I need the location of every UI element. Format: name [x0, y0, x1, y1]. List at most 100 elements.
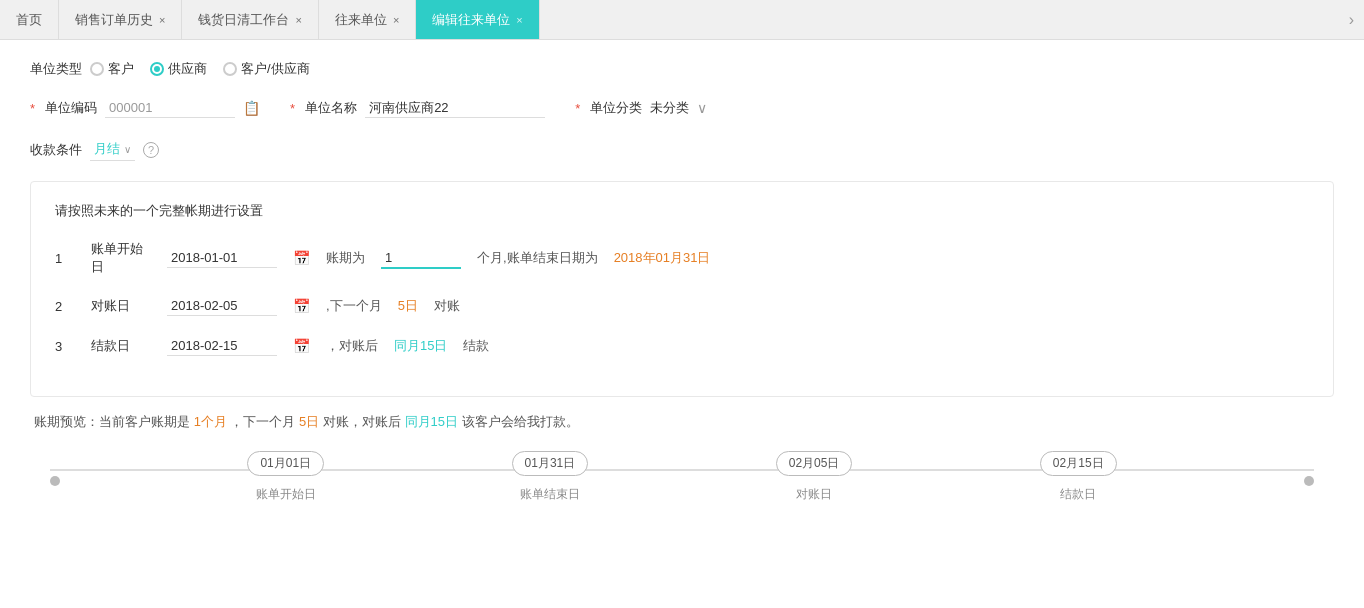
- period-suffix-after-3: 结款: [463, 337, 489, 355]
- tab-partner-units[interactable]: 往来单位 ×: [319, 0, 416, 39]
- tab-more-button[interactable]: ›: [1339, 0, 1364, 39]
- preview-highlight2: 5日: [299, 414, 319, 429]
- timeline-date-1: 01月01日: [247, 451, 324, 476]
- period-label-3: 结款日: [91, 337, 151, 355]
- radio-customer-supplier[interactable]: 客户/供应商: [223, 60, 310, 78]
- unit-name-star: *: [290, 101, 295, 116]
- unit-name-input[interactable]: [365, 98, 545, 118]
- period-date-input-2[interactable]: [167, 296, 277, 316]
- tab-edit-partner-unit-close[interactable]: ×: [516, 14, 522, 26]
- unit-type-radio-group: 客户 供应商 客户/供应商: [90, 60, 310, 78]
- period-cal-icon-2[interactable]: 📅: [293, 298, 310, 314]
- timeline-point-3: 02月05日 对账日: [776, 451, 853, 503]
- period-label-1: 账单开始日: [91, 240, 151, 276]
- tab-partner-units-close[interactable]: ×: [393, 14, 399, 26]
- tab-home[interactable]: 首页: [0, 0, 59, 39]
- period-row-1: 1 账单开始日 📅 账期为 个月,账单结束日期为 2018年01月31日: [55, 240, 1309, 276]
- radio-customer-supplier-circle: [223, 62, 237, 76]
- timeline-label-2: 账单结束日: [520, 486, 580, 503]
- period-num-1: 1: [55, 251, 75, 266]
- unit-classify-arrow-icon: ∨: [697, 100, 707, 116]
- preview-mid2: 对账，对账后: [323, 414, 401, 429]
- payment-terms-arrow-icon: ∨: [124, 144, 131, 155]
- period-row-2: 2 对账日 📅 ,下一个月 5日 对账: [55, 296, 1309, 316]
- period-highlight-2: 5日: [398, 297, 418, 315]
- tab-sales-order-history-label: 销售订单历史: [75, 11, 153, 29]
- tabs-bar: 首页 销售订单历史 × 钱货日清工作台 × 往来单位 × 编辑往来单位 × ›: [0, 0, 1364, 40]
- unit-code-label: 单位编码: [45, 99, 97, 117]
- period-num-3: 3: [55, 339, 75, 354]
- payment-terms-help-icon[interactable]: ?: [143, 142, 159, 158]
- period-cal-icon-3[interactable]: 📅: [293, 338, 310, 354]
- unit-type-label: 单位类型: [30, 60, 82, 78]
- timeline-container: 01月01日 账单开始日 01月31日 账单结束日 02月05日 对账日 02月…: [30, 451, 1334, 503]
- unit-type-row: 单位类型 客户 供应商 客户/供应商: [30, 60, 1334, 78]
- unit-code-star: *: [30, 101, 35, 116]
- timeline-point-4: 02月15日 结款日: [1040, 451, 1117, 503]
- tab-sales-order-history-close[interactable]: ×: [159, 14, 165, 26]
- timeline-point-1: 01月01日 账单开始日: [247, 451, 324, 503]
- period-suffix-before-1: 账期为: [326, 249, 365, 267]
- page-content: 单位类型 客户 供应商 客户/供应商 * 单位编码: [0, 40, 1364, 608]
- radio-customer-supplier-label: 客户/供应商: [241, 60, 310, 78]
- unit-classify-item: * 单位分类 未分类 ∨: [575, 99, 707, 117]
- preview-mid1: ，下一个月: [230, 414, 295, 429]
- period-settings-box: 请按照未来的一个完整帐期进行设置 1 账单开始日 📅 账期为 个月,账单结束日期…: [30, 181, 1334, 397]
- period-end-date-highlight-1: 2018年01月31日: [614, 249, 711, 267]
- unit-classify-star: *: [575, 101, 580, 116]
- timeline-date-2: 01月31日: [512, 451, 589, 476]
- timeline-label-4: 结款日: [1060, 486, 1096, 503]
- radio-customer[interactable]: 客户: [90, 60, 134, 78]
- tab-home-label: 首页: [16, 11, 42, 29]
- tab-cash-goods-workbench[interactable]: 钱货日清工作台 ×: [182, 0, 318, 39]
- timeline-start-dot: [50, 476, 60, 486]
- period-suffix-before-2: ,下一个月: [326, 297, 382, 315]
- timeline-start-cap: [50, 457, 60, 503]
- preview-suffix: 该客户会给我打款。: [462, 414, 579, 429]
- period-box-title: 请按照未来的一个完整帐期进行设置: [55, 202, 1309, 220]
- period-suffix-after-1: 个月,账单结束日期为: [477, 249, 598, 267]
- radio-customer-circle: [90, 62, 104, 76]
- preview-highlight3: 同月15日: [405, 414, 458, 429]
- preview-highlight1: 1个月: [194, 414, 227, 429]
- timeline-end-dot: [1304, 476, 1314, 486]
- radio-supplier-label: 供应商: [168, 60, 207, 78]
- radio-supplier[interactable]: 供应商: [150, 60, 207, 78]
- payment-terms-select[interactable]: 月结 ∨: [90, 138, 135, 161]
- unit-code-input[interactable]: [105, 98, 235, 118]
- period-highlight-3: 同月15日: [394, 337, 447, 355]
- unit-info-row: * 单位编码 📋 * 单位名称 * 单位分类 未分类 ∨: [30, 98, 1334, 118]
- timeline-date-3: 02月05日: [776, 451, 853, 476]
- payment-terms-row: 收款条件 月结 ∨ ?: [30, 138, 1334, 161]
- timeline-label-1: 账单开始日: [256, 486, 316, 503]
- unit-classify-label: 单位分类: [590, 99, 642, 117]
- period-row-3: 3 结款日 📅 ，对账后 同月15日 结款: [55, 336, 1309, 356]
- tab-sales-order-history[interactable]: 销售订单历史 ×: [59, 0, 182, 39]
- tab-cash-goods-workbench-label: 钱货日清工作台: [198, 11, 289, 29]
- preview-text: 账期预览：当前客户账期是 1个月 ，下一个月 5日 对账，对账后 同月15日 该…: [30, 413, 1334, 431]
- tab-partner-units-label: 往来单位: [335, 11, 387, 29]
- unit-code-item: * 单位编码 📋: [30, 98, 260, 118]
- radio-supplier-circle: [150, 62, 164, 76]
- period-num-2: 2: [55, 299, 75, 314]
- timeline-label-3: 对账日: [796, 486, 832, 503]
- period-date-input-3[interactable]: [167, 336, 277, 356]
- tab-edit-partner-unit[interactable]: 编辑往来单位 ×: [416, 0, 539, 39]
- payment-terms-item: 收款条件 月结 ∨ ?: [30, 138, 159, 161]
- payment-terms-label: 收款条件: [30, 141, 82, 159]
- radio-customer-label: 客户: [108, 60, 134, 78]
- unit-type-item: 单位类型 客户 供应商 客户/供应商: [30, 60, 310, 78]
- tab-cash-goods-workbench-close[interactable]: ×: [295, 14, 301, 26]
- unit-classify-select[interactable]: 未分类 ∨: [650, 99, 707, 117]
- payment-terms-value: 月结: [94, 140, 120, 158]
- timeline-points: 01月01日 账单开始日 01月31日 账单结束日 02月05日 对账日 02月…: [50, 451, 1314, 503]
- timeline-date-4: 02月15日: [1040, 451, 1117, 476]
- period-cal-icon-1[interactable]: 📅: [293, 250, 310, 266]
- unit-name-item: * 单位名称: [290, 98, 545, 118]
- period-month-input[interactable]: [381, 248, 461, 269]
- period-suffix-after-2: 对账: [434, 297, 460, 315]
- preview-prefix: 账期预览：当前客户账期是: [34, 414, 190, 429]
- unit-code-calendar-icon[interactable]: 📋: [243, 100, 260, 116]
- period-suffix-before-3: ，对账后: [326, 337, 378, 355]
- period-date-input-1[interactable]: [167, 248, 277, 268]
